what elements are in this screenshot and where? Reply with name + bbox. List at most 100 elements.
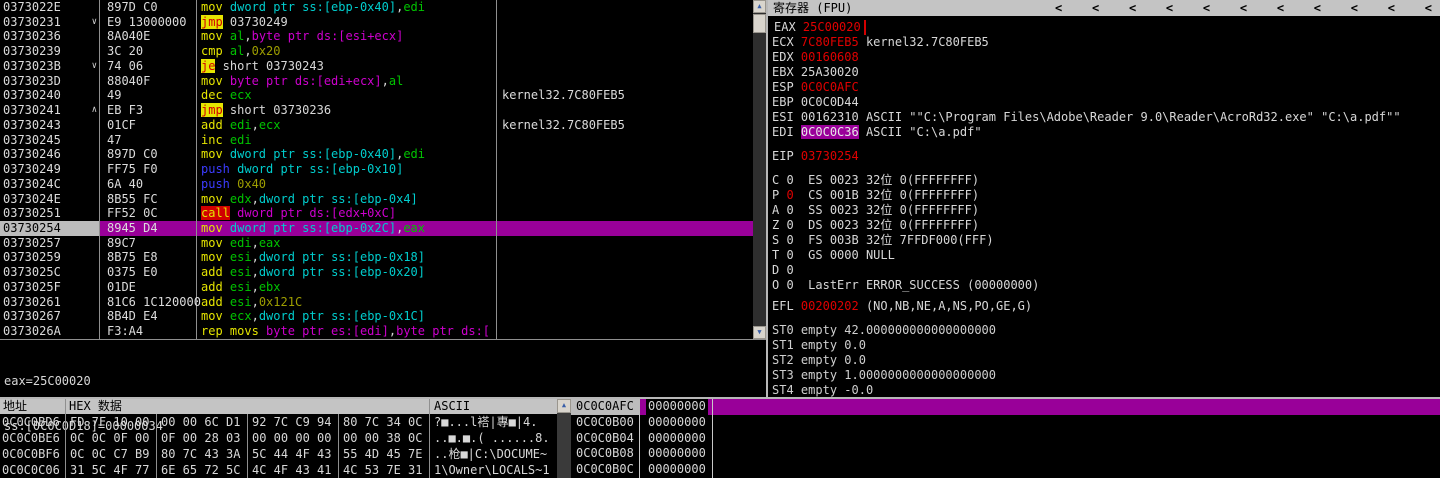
- dump-hex-group: FD 7F 10 00: [66, 414, 157, 430]
- chevron-left-icon[interactable]: <: [1166, 0, 1173, 16]
- fpu-register-row[interactable]: ST3 empty 1.0000000000000000000: [772, 368, 1440, 383]
- flag-row[interactable]: O 0 LastErr ERROR_SUCCESS (00000000): [772, 278, 1440, 293]
- ollydbg-cpu-window: 0373022E 897D C0 mov dword ptr ss:[ebp-0x4…: [0, 0, 1440, 478]
- stack-row[interactable]: 0C0C0B04 00000000: [571, 430, 1440, 447]
- register-row[interactable]: EBX 25A30020: [772, 65, 1440, 80]
- disasm-row[interactable]: 03730246 897D C0 mov dword ptr ss:[ebp-0x4…: [0, 147, 753, 163]
- disasm-row[interactable]: 0373023B ∨ 74 06 je short 03730243: [0, 58, 753, 74]
- disasm-row[interactable]: 03730261 81C6 1C120000 add esi,0x121C: [0, 294, 753, 310]
- flag-row[interactable]: S 0 FS 003B 32位 7FFDF000(FFF): [772, 233, 1440, 248]
- register-row[interactable]: ESI 00162310 ASCII ""C:\Program Files\Ad…: [772, 110, 1440, 125]
- disasm-row[interactable]: 03730241 ∧ EB F3 jmp short 03730236: [0, 103, 753, 118]
- dump-row[interactable]: 0C0C0C06 31 5C 4F 77 6E 65 72 5C 4C 4F 43 4…: [0, 462, 557, 478]
- disasm-row[interactable]: 03730231 ∨ E9 13000000 jmp 03730249: [0, 14, 753, 30]
- fpu-register-row[interactable]: ST0 empty 42.000000000000000000: [772, 323, 1440, 338]
- fpu-register-row[interactable]: ST1 empty 0.0: [772, 338, 1440, 353]
- disasm-row[interactable]: 0373025C 0375 E0 add esi,dword ptr ss:[ebp…: [0, 265, 753, 280]
- chevron-left-icon[interactable]: <: [1351, 0, 1358, 16]
- dump-row[interactable]: 0C0C0BE6 0C 0C 0F 00 0F 00 28 03 00 00 00 0…: [0, 430, 557, 446]
- disasm-comment: [497, 59, 753, 74]
- disasm-instruction: mov ecx,dword ptr ss:[ebp-0x1C]: [197, 309, 497, 325]
- fpu-register-row[interactable]: ST2 empty 0.0: [772, 353, 1440, 368]
- scroll-down-icon[interactable]: ▼: [753, 326, 766, 339]
- instruction-token: add: [201, 265, 230, 280]
- flag-row[interactable]: C 0 ES 0023 32位 0(FFFFFFFF): [772, 173, 1440, 188]
- chevron-left-icon[interactable]: <: [1129, 0, 1136, 16]
- scrollbar-thumb[interactable]: [753, 14, 766, 33]
- disasm-row[interactable]: 0373024E 8B55 FC mov edx,dword ptr ss:[ebp…: [0, 191, 753, 207]
- disasm-row[interactable]: 03730243 01CF add edi,ecx kernel32.7C80FEB5: [0, 117, 753, 133]
- instruction-token: edi: [229, 235, 252, 250]
- fpu-state: empty: [800, 368, 838, 382]
- disasm-row[interactable]: 0373022E 897D C0 mov dword ptr ss:[ebp-0x4…: [0, 0, 753, 15]
- chevron-left-icon[interactable]: <: [1203, 0, 1210, 16]
- disasm-instruction: jmp short 03730236: [197, 103, 497, 118]
- fpu-state: empty: [800, 338, 838, 352]
- scroll-up-icon[interactable]: ▲: [753, 0, 766, 13]
- disasm-row[interactable]: 03730249 FF75 F0 push dword ptr ss:[ebp-0x…: [0, 162, 753, 177]
- dump-scrollbar[interactable]: ▲: [557, 399, 571, 478]
- disasm-row[interactable]: 0373026A F3:A4 rep movs byte ptr es:[edi],…: [0, 324, 753, 339]
- flag-row[interactable]: Z 0 DS 0023 32位 0(FFFFFFFF): [772, 218, 1440, 233]
- disasm-comment: kernel32.7C80FEB5: [502, 117, 625, 132]
- register-value: 0C0C0C36: [800, 125, 859, 139]
- register-row[interactable]: EAX 25C00020: [772, 20, 1440, 35]
- disasm-row[interactable]: 03730259 8B75 E8 mov esi,dword ptr ss:[ebp…: [0, 250, 753, 266]
- segment-info: GS 0000 NULL: [808, 248, 895, 262]
- disasm-row[interactable]: 0373024C 6A 40 push 0x40: [0, 176, 753, 192]
- register-row[interactable]: EDX 00160608: [772, 50, 1440, 65]
- chevron-left-icon[interactable]: <: [1277, 0, 1284, 16]
- stack-pane: 0C0C0AFC 00000000 0C0C0B00 00000000 0C0C0B04…: [571, 399, 1440, 478]
- register-row[interactable]: ESP 0C0C0AFC: [772, 80, 1440, 95]
- disasm-row[interactable]: 03730267 8B4D E4 mov ecx,dword ptr ss:[ebp…: [0, 309, 753, 325]
- disasm-row[interactable]: 03730236 8A040E mov al,byte ptr ds:[esi+ec…: [0, 29, 753, 45]
- chevron-left-icon[interactable]: <: [1240, 0, 1247, 16]
- disassembly-scrollbar[interactable]: ▲ ▼: [753, 0, 766, 339]
- instruction-token: mov: [201, 221, 230, 236]
- stack-row[interactable]: 0C0C0B0C 00000000: [571, 462, 1440, 478]
- dump-header-hex: HEX 数据: [66, 399, 430, 414]
- chevron-left-icon[interactable]: <: [1092, 0, 1099, 16]
- disasm-row[interactable]: 0373023D 88040F mov byte ptr ds:[edi+ecx],…: [0, 73, 753, 89]
- disasm-comment: [497, 280, 753, 295]
- disasm-row[interactable]: 03730245 47 inc edi: [0, 132, 753, 148]
- chevron-left-icon[interactable]: <: [1314, 0, 1321, 16]
- chevron-left-icon[interactable]: <: [1388, 0, 1395, 16]
- dump-row[interactable]: 0C0C0BF6 0C 0C C7 B9 80 7C 43 3A 5C 44 4F 4…: [0, 446, 557, 462]
- disasm-row[interactable]: 03730254 8945 D4 mov dword ptr ss:[ebp-0x2…: [0, 221, 753, 236]
- dump-hex-group: 31 5C 4F 77: [66, 462, 157, 478]
- instruction-token: 0x40: [237, 176, 267, 191]
- stack-address: 0C0C0B00: [571, 414, 640, 431]
- flag-row[interactable]: A 0 SS 0023 32位 0(FFFFFFFF): [772, 203, 1440, 218]
- disasm-row[interactable]: 03730239 3C 20 cmp al,0x20: [0, 44, 753, 59]
- fpu-value: 42.000000000000000000: [844, 323, 996, 337]
- disasm-row[interactable]: 03730240 49 dec ecx kernel32.7C80FEB5: [0, 88, 753, 104]
- stack-row[interactable]: 0C0C0B08 00000000: [571, 446, 1440, 463]
- chevron-left-icon[interactable]: <: [1055, 0, 1062, 16]
- register-row[interactable]: EDI 0C0C0C36 ASCII "C:\a.pdf": [772, 125, 1440, 140]
- register-row[interactable]: ECX 7C80FEB5 kernel32.7C80FEB5: [772, 35, 1440, 50]
- disasm-row[interactable]: 0373025F 01DE add esi,ebx: [0, 279, 753, 295]
- scroll-up-icon[interactable]: ▲: [557, 399, 571, 413]
- chevron-left-icon[interactable]: <: [1425, 0, 1432, 16]
- flag-row[interactable]: T 0 GS 0000 NULL: [772, 248, 1440, 263]
- segment-info: SS 0023 32位 0(FFFFFFFF): [808, 203, 980, 217]
- fpu-register-row[interactable]: ST4 empty -0.0: [772, 383, 1440, 397]
- stack-row[interactable]: 0C0C0B00 00000000: [571, 414, 1440, 431]
- flag-row[interactable]: P 0 CS 001B 32位 0(FFFFFFFF): [772, 188, 1440, 203]
- efl-row[interactable]: EFL 00200202 (NO,NB,NE,A,NS,PO,GE,G): [772, 299, 1440, 314]
- register-row[interactable]: EBP 0C0C0D44: [772, 95, 1440, 110]
- register-row[interactable]: EIP 03730254: [772, 149, 1440, 164]
- fpu-value: -0.0: [844, 383, 874, 397]
- stack-row[interactable]: 0C0C0AFC 00000000: [571, 399, 1440, 415]
- flag-row[interactable]: D 0: [772, 263, 1440, 278]
- segment-info: ES 0023 32位 0(FFFFFFFF): [808, 173, 980, 187]
- disasm-row[interactable]: 03730251 FF52 0C call dword ptr ds:[edx+0x…: [0, 206, 753, 222]
- dump-row[interactable]: 0C0C0BD6 FD 7F 10 00 00 00 6C D1 92 7C C9 9…: [0, 414, 557, 430]
- disasm-row[interactable]: 03730257 89C7 mov edi,eax: [0, 235, 753, 251]
